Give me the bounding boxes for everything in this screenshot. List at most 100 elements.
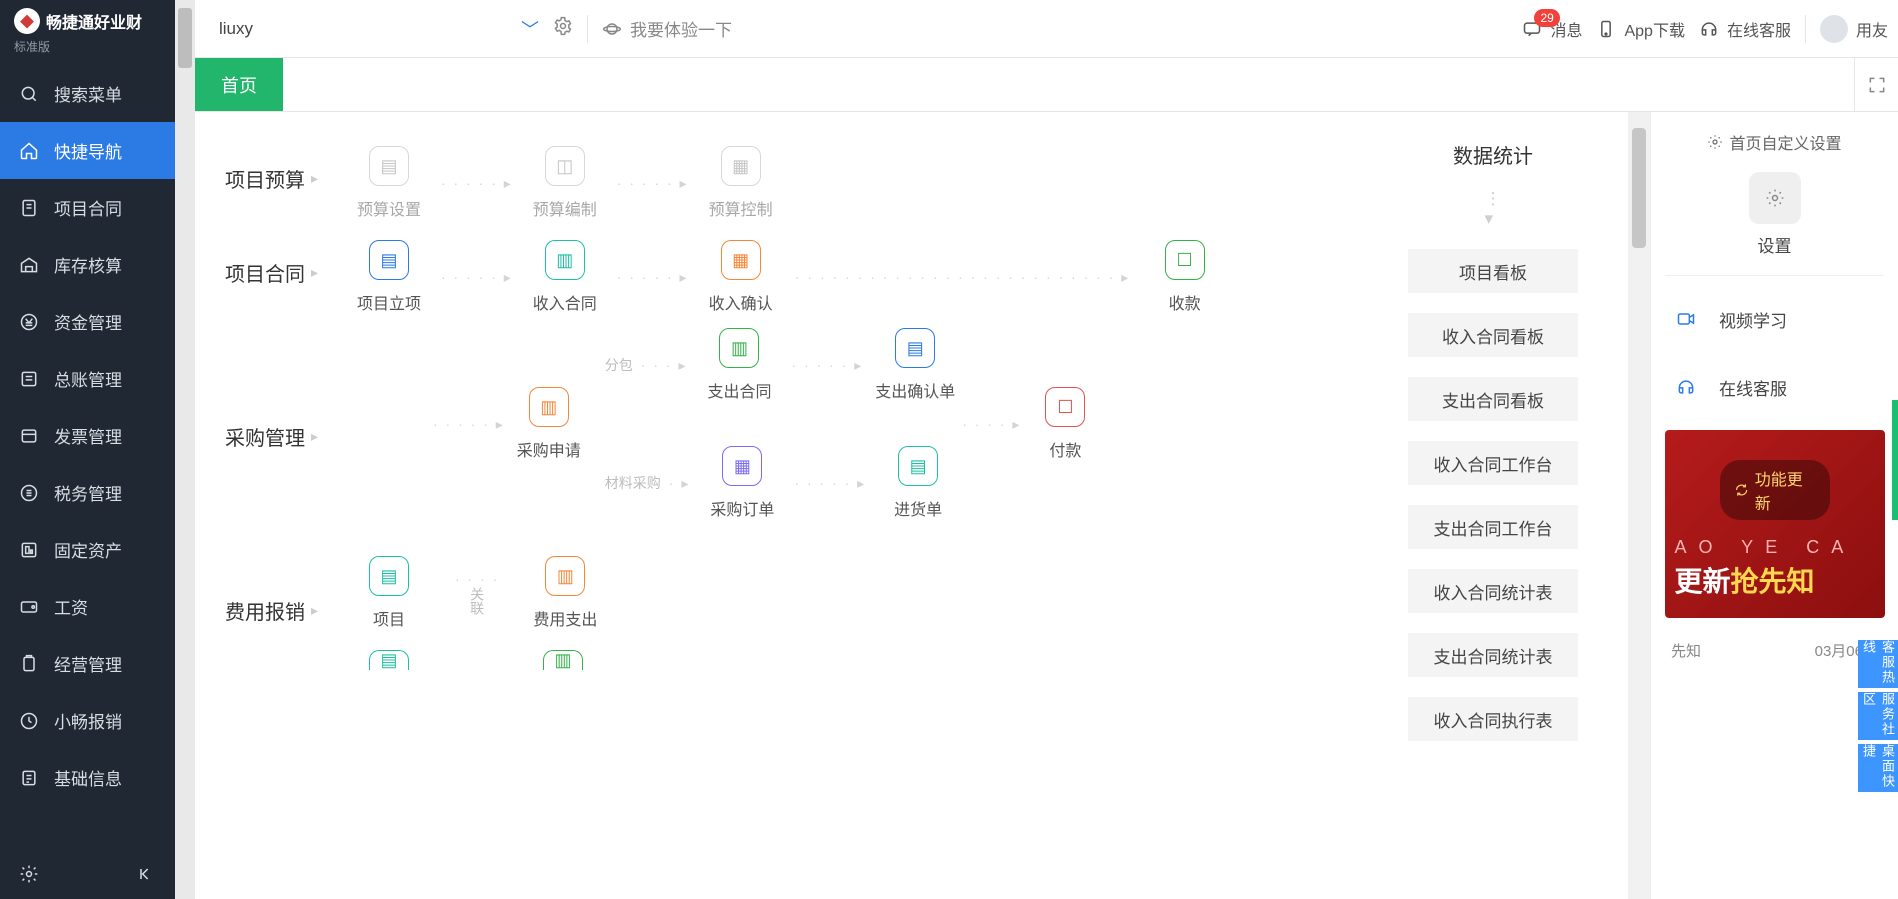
sidebar-item-inventory[interactable]: 库存核算 (0, 236, 175, 293)
wallet-icon (18, 596, 40, 618)
message-count-badge: 29 (1534, 9, 1559, 27)
edge-community[interactable]: 服务社区 (1858, 692, 1898, 740)
brand-edition: 标准版 (0, 38, 175, 65)
sidebar: ◆ 畅捷通好业财 标准版 搜索菜单 快捷导航 项目合同 库存核算 资金管理 总账… (0, 0, 175, 899)
divider (1805, 15, 1806, 43)
node-budget-control[interactable]: ▦预算控制 (697, 146, 785, 220)
canvas-wrap: 项目预算▸ ▤预算设置 · · · · · ▸ ◫预算编制 · · · · · … (195, 112, 1650, 899)
sidebar-item-quicknav[interactable]: 快捷导航 (0, 122, 175, 179)
node-partial-a[interactable]: ▤ (345, 650, 433, 680)
rail-setting-button[interactable]: 设置 (1665, 172, 1884, 257)
stat-btn-project-board[interactable]: 项目看板 (1408, 249, 1578, 293)
stat-btn-income-workbench[interactable]: 收入合同工作台 (1408, 441, 1578, 485)
sidebar-footer (0, 849, 175, 899)
triangle-icon: ▸ (311, 264, 318, 281)
gear-icon (1765, 188, 1785, 208)
download-label: App下载 (1624, 17, 1684, 41)
flow-row-budget: 项目预算▸ ▤预算设置 · · · · · ▸ ◫预算编制 · · · · · … (225, 140, 1364, 220)
try-label: 我要体验一下 (630, 16, 732, 41)
sidebar-scrollbar[interactable] (175, 0, 195, 899)
rail-video-learning[interactable]: 视频学习 (1665, 294, 1884, 344)
settings-icon[interactable] (18, 863, 40, 885)
node-goods-in[interactable]: ▤进货单 (874, 446, 962, 520)
tax-icon (18, 482, 40, 504)
node-project-init[interactable]: ▤项目立项 (345, 240, 433, 314)
row-title: 项目预算 (225, 164, 305, 193)
sidebar-item-contract[interactable]: 项目合同 (0, 179, 175, 236)
promo-banner[interactable]: 功能更新 AO YE CA 更新抢先知 (1665, 430, 1885, 618)
scrollbar-thumb[interactable] (1632, 128, 1646, 248)
row-title: 费用报销 (225, 596, 305, 625)
stat-btn-expend-workbench[interactable]: 支出合同工作台 (1408, 505, 1578, 549)
fullscreen-button[interactable] (1854, 58, 1898, 111)
stat-btn-income-report[interactable]: 收入合同统计表 (1408, 569, 1578, 613)
node-income-contract[interactable]: ▥收入合同 (521, 240, 609, 314)
sidebar-item-operations[interactable]: 经营管理 (0, 635, 175, 692)
collapse-icon[interactable] (135, 863, 157, 885)
avatar-icon (1820, 15, 1848, 43)
sidebar-item-label: 总账管理 (54, 366, 122, 391)
feedback-edge-tab[interactable] (1892, 400, 1898, 520)
arrow-icon: · · · · (455, 571, 499, 587)
link-tag: 关联 (467, 587, 487, 615)
row-title: 采购管理 (225, 422, 305, 451)
stat-btn-income-exec[interactable]: 收入合同执行表 (1408, 697, 1578, 741)
node-purchase-apply[interactable]: ▥采购申请 (505, 387, 593, 461)
node-payment[interactable]: ☐付款 (1021, 387, 1109, 461)
sidebar-item-invoice[interactable]: 发票管理 (0, 407, 175, 464)
try-button[interactable]: 我要体验一下 (602, 16, 732, 41)
messages-button[interactable]: 29 消息 (1522, 17, 1582, 41)
tab-label: 首页 (221, 72, 257, 98)
node-receive[interactable]: ☐收款 (1141, 240, 1229, 314)
node-budget-compose[interactable]: ◫预算编制 (521, 146, 609, 220)
gear-icon (1707, 134, 1723, 150)
rail-online-support[interactable]: 在线客服 (1665, 362, 1884, 412)
node-budget-setting[interactable]: ▤预算设置 (345, 146, 433, 220)
node-project[interactable]: ▤项目 (345, 556, 433, 630)
rail-item-label: 在线客服 (1719, 375, 1787, 400)
edge-desktop[interactable]: 桌面快捷 (1858, 744, 1898, 792)
node-expend-contract[interactable]: ▥支出合同 (695, 328, 783, 402)
sidebar-item-assets[interactable]: 固定资产 (0, 521, 175, 578)
sidebar-item-ledger[interactable]: 总账管理 (0, 350, 175, 407)
chevron-down-icon: ﹀ (521, 16, 539, 42)
tab-home[interactable]: 首页 (195, 58, 283, 111)
triangle-icon: ▸ (311, 170, 318, 187)
download-button[interactable]: App下载 (1596, 17, 1684, 41)
sidebar-item-search[interactable]: 搜索菜单 (0, 65, 175, 122)
rail-setting-label: 设置 (1758, 232, 1792, 257)
rail-item-label: 视频学习 (1719, 307, 1787, 332)
node-expense-out[interactable]: ▥费用支出 (521, 556, 609, 630)
node-income-confirm[interactable]: ▦收入确认 (697, 240, 785, 314)
scrollbar-thumb[interactable] (178, 8, 192, 68)
stats-column: 数据统计 ⋮▾ 项目看板 收入合同看板 支出合同看板 收入合同工作台 支出合同工… (1388, 140, 1598, 741)
sidebar-item-salary[interactable]: 工资 (0, 578, 175, 635)
account-settings-button[interactable] (553, 16, 573, 41)
arrow-icon: · · · · ▸ (962, 416, 1021, 433)
topbar: liuxy ﹀ 我要体验一下 29 消息 App下载 在线客服 (195, 0, 1898, 58)
sidebar-item-label: 税务管理 (54, 480, 122, 505)
brand-logo-icon: ◆ (14, 8, 40, 34)
phone-icon (1596, 19, 1616, 39)
ledger-icon (18, 368, 40, 390)
account-selector[interactable]: liuxy ﹀ (219, 16, 539, 42)
stat-btn-expend-report[interactable]: 支出合同统计表 (1408, 633, 1578, 677)
node-partial-b[interactable]: ▥ (519, 650, 607, 680)
search-icon (18, 83, 40, 105)
node-purchase-order[interactable]: ▦采购订单 (698, 446, 786, 520)
reimburse-icon (18, 710, 40, 732)
sidebar-item-base[interactable]: 基础信息 (0, 749, 175, 806)
sidebar-item-tax[interactable]: 税务管理 (0, 464, 175, 521)
support-button[interactable]: 在线客服 (1699, 17, 1791, 41)
sidebar-item-label: 项目合同 (54, 195, 122, 220)
sidebar-item-funds[interactable]: 资金管理 (0, 293, 175, 350)
edge-hotline[interactable]: 客服热线 (1858, 640, 1898, 688)
branch-tag-material: 材料采购 (605, 473, 661, 493)
stat-btn-income-board[interactable]: 收入合同看板 (1408, 313, 1578, 357)
user-menu[interactable]: 用友 (1820, 15, 1888, 43)
triangle-icon: ▸ (311, 428, 318, 445)
stat-btn-expend-board[interactable]: 支出合同看板 (1408, 377, 1578, 421)
node-expend-confirm[interactable]: ▤支出确认单 (871, 328, 959, 402)
canvas-scrollbar[interactable] (1628, 112, 1650, 899)
sidebar-item-reimburse[interactable]: 小畅报销 (0, 692, 175, 749)
